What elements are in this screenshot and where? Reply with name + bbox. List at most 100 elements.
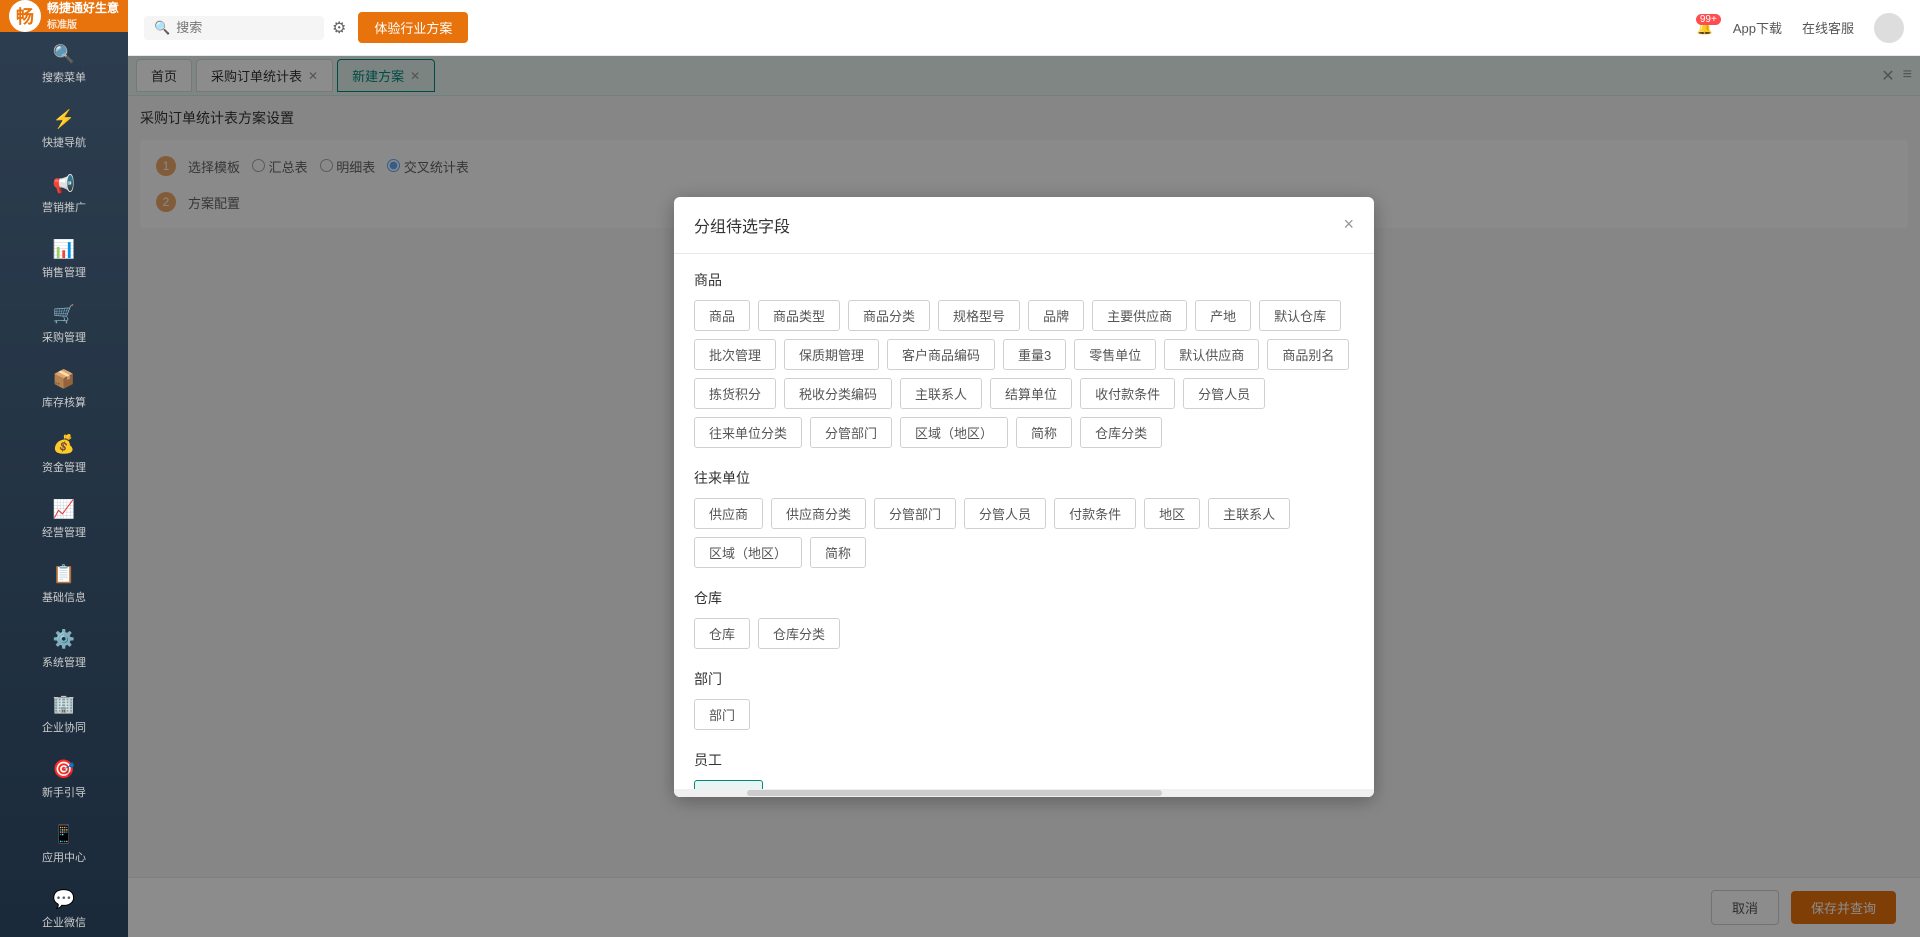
apps-icon: 📱 bbox=[53, 824, 75, 845]
field-settlement-unit[interactable]: 结算单位 bbox=[990, 378, 1072, 409]
field-tax-code[interactable]: 税收分类编码 bbox=[784, 378, 892, 409]
field-short-name-product[interactable]: 简称 bbox=[1016, 417, 1072, 448]
field-supplier-category[interactable]: 供应商分类 bbox=[771, 498, 866, 529]
field-source-unit-category[interactable]: 往来单位分类 bbox=[694, 417, 802, 448]
field-warehouse[interactable]: 仓库 bbox=[694, 618, 750, 649]
field-commodity[interactable]: 商品 bbox=[694, 300, 750, 331]
modal-title: 分组待选字段 bbox=[694, 213, 790, 237]
quick-nav-icon: ⚡ bbox=[53, 109, 75, 130]
field-main-supplier[interactable]: 主要供应商 bbox=[1092, 300, 1187, 331]
field-spec-type[interactable]: 规格型号 bbox=[938, 300, 1020, 331]
field-product-alias[interactable]: 商品别名 bbox=[1267, 339, 1349, 370]
section-product: 商品商品商品类型商品分类规格型号品牌主要供应商产地默认仓库批次管理保质期管理客户… bbox=[694, 270, 1354, 448]
field-pickup-points[interactable]: 拣货积分 bbox=[694, 378, 776, 409]
sidebar-item-finance[interactable]: 💰 资金管理 bbox=[0, 422, 128, 487]
section-title-product: 商品 bbox=[694, 270, 1354, 290]
field-batch-mgmt[interactable]: 批次管理 bbox=[694, 339, 776, 370]
sidebar-item-enterprise[interactable]: 🏢企业协同 bbox=[0, 682, 128, 747]
finance-icon: 💰 bbox=[53, 434, 75, 455]
online-service-link[interactable]: 在线客服 bbox=[1802, 18, 1854, 37]
field-customer-code[interactable]: 客户商品编码 bbox=[887, 339, 995, 370]
field-region2-partner[interactable]: 区域（地区） bbox=[694, 537, 802, 568]
sidebar-label-marketing: 营销推广 bbox=[42, 199, 86, 215]
search-icon: 🔍 bbox=[154, 20, 170, 36]
field-supervisor-partner[interactable]: 分管人员 bbox=[964, 498, 1046, 529]
sidebar-item-marketing[interactable]: 📢营销推广 bbox=[0, 162, 128, 227]
sidebar-label-wechat: 企业微信 bbox=[42, 914, 86, 930]
sidebar-label-finance: 资金管理 bbox=[42, 459, 86, 475]
wechat-icon: 💬 bbox=[53, 889, 75, 910]
sidebar-label-apps: 应用中心 bbox=[42, 849, 86, 865]
field-brand[interactable]: 品牌 bbox=[1028, 300, 1084, 331]
field-dept-partner[interactable]: 分管部门 bbox=[874, 498, 956, 529]
avatar[interactable] bbox=[1874, 13, 1904, 43]
sidebar-item-operations[interactable]: 📈 经营管理 bbox=[0, 487, 128, 552]
section-fields-product: 商品商品类型商品分类规格型号品牌主要供应商产地默认仓库批次管理保质期管理客户商品… bbox=[694, 300, 1354, 448]
field-retail-unit[interactable]: 零售单位 bbox=[1074, 339, 1156, 370]
sidebar-label-quick-nav: 快捷导航 bbox=[42, 134, 86, 150]
section-fields-warehouse: 仓库仓库分类 bbox=[694, 618, 1354, 649]
field-main-contact-partner[interactable]: 主联系人 bbox=[1208, 498, 1290, 529]
gear-icon[interactable]: ⚙ bbox=[332, 18, 346, 38]
sidebar-label-sales: 销售管理 bbox=[42, 264, 86, 280]
search-box[interactable]: 🔍 bbox=[144, 16, 324, 40]
notification-badge[interactable]: 🔔 99+ bbox=[1697, 20, 1713, 36]
sidebar-item-guide[interactable]: 🎯新手引导 bbox=[0, 747, 128, 812]
search-input[interactable] bbox=[176, 20, 296, 35]
sidebar-item-system[interactable]: ⚙️系统管理 bbox=[0, 617, 128, 682]
search-icon: 🔍 bbox=[53, 44, 75, 65]
field-product-category[interactable]: 商品分类 bbox=[848, 300, 930, 331]
experience-btn[interactable]: 体验行业方案 bbox=[358, 12, 468, 43]
section-employee: 员工业务员 bbox=[694, 750, 1354, 789]
sidebar-label-operations: 经营管理 bbox=[42, 524, 86, 540]
app-name: 畅捷通好生意 bbox=[47, 1, 119, 17]
field-default-supplier[interactable]: 默认供应商 bbox=[1164, 339, 1259, 370]
modal-close-button[interactable]: × bbox=[1343, 214, 1354, 235]
section-partner: 往来单位供应商供应商分类分管部门分管人员付款条件地区主联系人区域（地区）简称 bbox=[694, 468, 1354, 568]
field-payment-condition[interactable]: 付款条件 bbox=[1054, 498, 1136, 529]
field-supplier[interactable]: 供应商 bbox=[694, 498, 763, 529]
sidebar-item-inventory[interactable]: 📦库存核算 bbox=[0, 357, 128, 422]
sidebar-item-purchase[interactable]: 🛒采购管理 bbox=[0, 292, 128, 357]
field-region-product[interactable]: 区域（地区） bbox=[900, 417, 1008, 448]
modal-hscroll[interactable] bbox=[674, 789, 1374, 797]
sidebar-item-search[interactable]: 🔍搜索菜单 bbox=[0, 32, 128, 97]
basic-icon: 📋 bbox=[53, 564, 75, 585]
sidebar-item-wechat[interactable]: 💬 企业微信 bbox=[0, 877, 128, 937]
sidebar-label-inventory: 库存核算 bbox=[42, 394, 86, 410]
guide-icon: 🎯 bbox=[53, 759, 75, 780]
sidebar-label-enterprise: 企业协同 bbox=[42, 719, 86, 735]
field-salesperson[interactable]: 业务员 bbox=[694, 780, 763, 789]
field-warehouse-category-product[interactable]: 仓库分类 bbox=[1080, 417, 1162, 448]
app-download-link[interactable]: App下载 bbox=[1733, 18, 1782, 37]
field-short-name-partner[interactable]: 简称 bbox=[810, 537, 866, 568]
field-product-type[interactable]: 商品类型 bbox=[758, 300, 840, 331]
field-supervisor[interactable]: 分管人员 bbox=[1183, 378, 1265, 409]
sidebar-item-sales[interactable]: 📊销售管理 bbox=[0, 227, 128, 292]
field-warehouse-category[interactable]: 仓库分类 bbox=[758, 618, 840, 649]
sidebar-item-basic[interactable]: 📋基础信息 bbox=[0, 552, 128, 617]
section-fields-partner: 供应商供应商分类分管部门分管人员付款条件地区主联系人区域（地区） 简称 bbox=[694, 498, 1354, 568]
field-default-warehouse[interactable]: 默认仓库 bbox=[1259, 300, 1341, 331]
section-fields-department: 部门 bbox=[694, 699, 1354, 730]
modal-overlay: 分组待选字段 × 商品商品商品类型商品分类规格型号品牌主要供应商产地默认仓库批次… bbox=[128, 56, 1920, 937]
field-origin[interactable]: 产地 bbox=[1195, 300, 1251, 331]
field-main-contact[interactable]: 主联系人 bbox=[900, 378, 982, 409]
sidebar-item-apps[interactable]: 📱 应用中心 bbox=[0, 812, 128, 877]
section-title-warehouse: 仓库 bbox=[694, 588, 1354, 608]
field-dept[interactable]: 部门 bbox=[694, 699, 750, 730]
sidebar-item-quick-nav[interactable]: ⚡ 快捷导航 bbox=[0, 97, 128, 162]
field-quality-mgmt[interactable]: 保质期管理 bbox=[784, 339, 879, 370]
field-payment-terms[interactable]: 收付款条件 bbox=[1080, 378, 1175, 409]
field-weight3[interactable]: 重量3 bbox=[1003, 339, 1066, 370]
app-logo: 畅 畅捷通好生意 标准版 bbox=[0, 0, 128, 32]
field-region-partner[interactable]: 地区 bbox=[1144, 498, 1200, 529]
section-fields-employee: 业务员 bbox=[694, 780, 1354, 789]
purchase-icon: 🛒 bbox=[53, 304, 75, 325]
operations-icon: 📈 bbox=[53, 499, 75, 520]
modal-header: 分组待选字段 × bbox=[674, 197, 1374, 254]
logo-icon: 畅 bbox=[9, 0, 41, 32]
section-department: 部门部门 bbox=[694, 669, 1354, 730]
field-dept-mgmt[interactable]: 分管部门 bbox=[810, 417, 892, 448]
app-version: 标准版 bbox=[47, 16, 77, 31]
